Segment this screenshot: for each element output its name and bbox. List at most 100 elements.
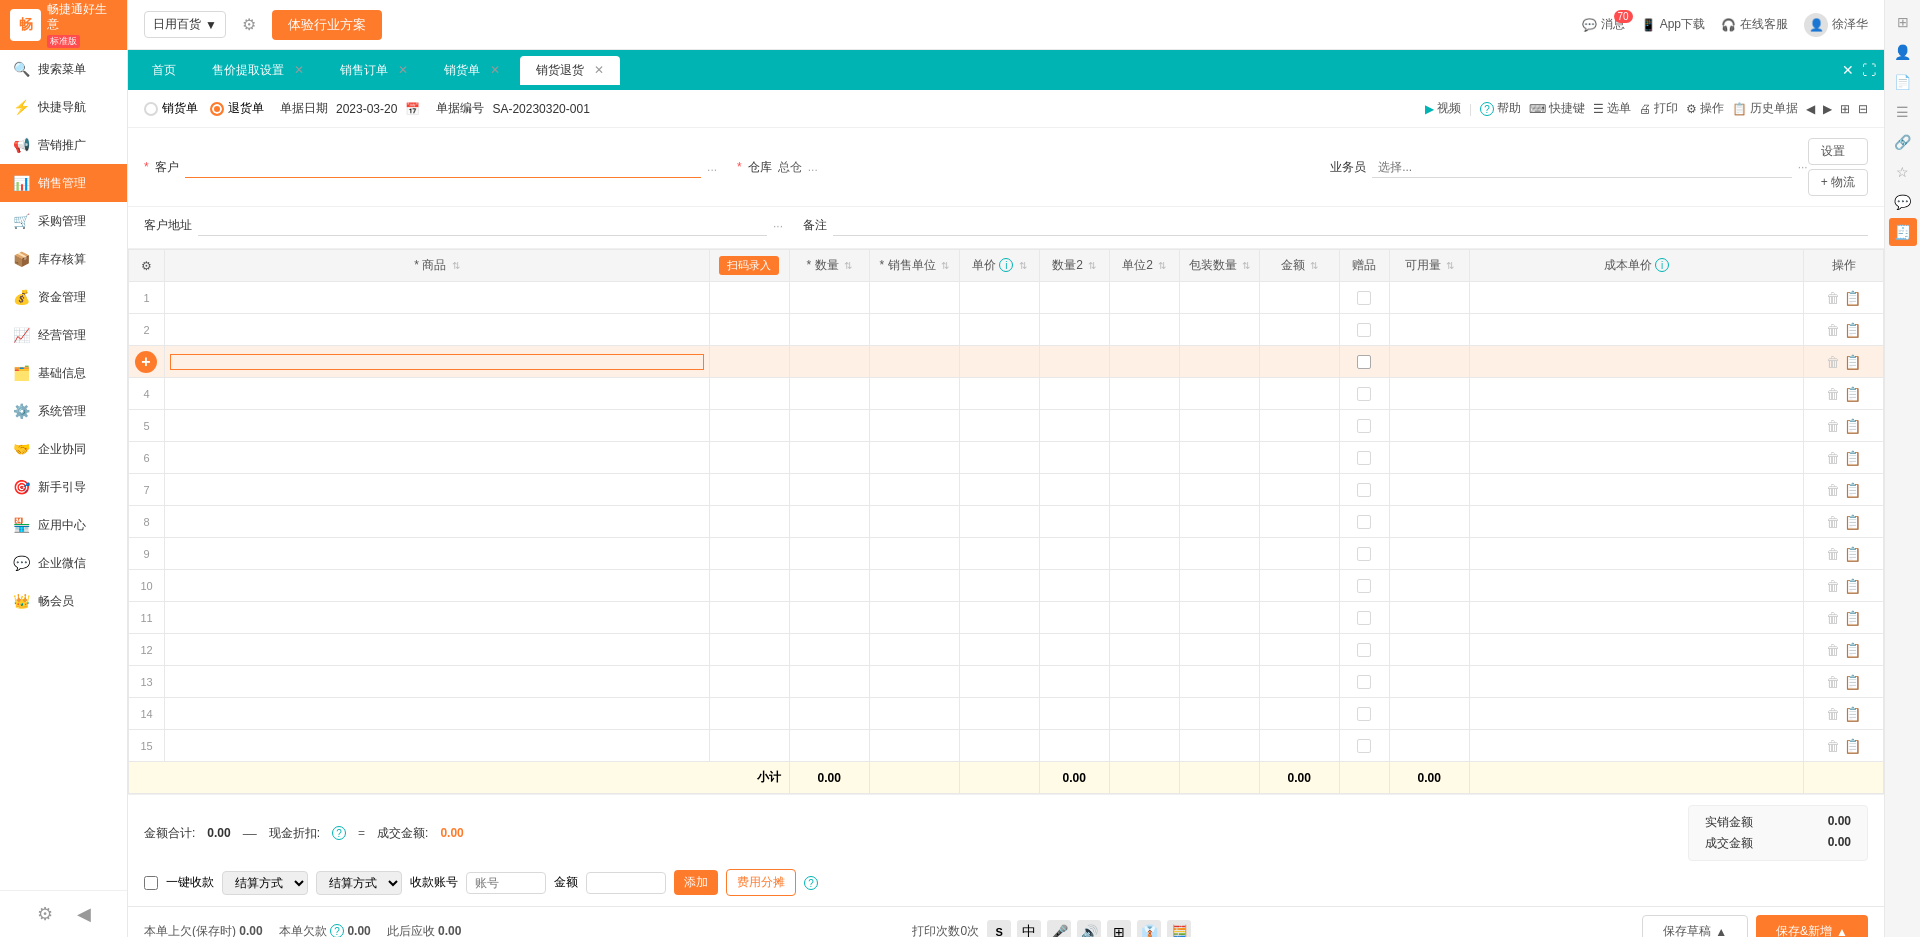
unit-cell[interactable] xyxy=(869,570,959,602)
delete-row-icon[interactable]: 🗑 xyxy=(1826,482,1840,498)
delete-row-icon[interactable]: 🗑 xyxy=(1826,578,1840,594)
unit-cell[interactable] xyxy=(869,634,959,666)
toolbar-icon-table[interactable]: ⊞ xyxy=(1107,920,1131,938)
copy-row-icon[interactable]: 📋 xyxy=(1844,674,1861,690)
unit-cell[interactable] xyxy=(869,474,959,506)
right-icon-list[interactable]: ☰ xyxy=(1889,98,1917,126)
qty-cell[interactable] xyxy=(789,634,869,666)
tab-sales-order[interactable]: 销售订单 ✕ xyxy=(324,56,424,85)
right-icon-chat[interactable]: 💬 xyxy=(1889,188,1917,216)
unit-cell[interactable] xyxy=(869,282,959,314)
right-icon-expand[interactable]: ⊞ xyxy=(1889,8,1917,36)
sidebar-item-basic[interactable]: 🗂️ 基础信息 xyxy=(0,354,127,392)
sidebar-item-operation[interactable]: 📈 经营管理 xyxy=(0,316,127,354)
qty-cell[interactable] xyxy=(789,602,869,634)
sidebar-item-purchase[interactable]: 🛒 采购管理 xyxy=(0,202,127,240)
radio-sales[interactable]: 销货单 xyxy=(144,100,198,117)
fee-help-icon[interactable]: ? xyxy=(804,876,818,890)
goods-cell[interactable] xyxy=(165,442,710,474)
qty-cell[interactable] xyxy=(789,698,869,730)
unit-price-info-icon[interactable]: i xyxy=(999,258,1013,272)
copy-row-icon[interactable]: 📋 xyxy=(1844,578,1861,594)
gift-checkbox[interactable] xyxy=(1357,739,1371,753)
action-history[interactable]: 📋 历史单据 xyxy=(1732,100,1798,117)
tab-close-sales-goods[interactable]: ✕ xyxy=(490,63,500,77)
sidebar-item-system[interactable]: ⚙️ 系统管理 xyxy=(0,392,127,430)
gift-checkbox[interactable] xyxy=(1357,387,1371,401)
sort-unit2-icon[interactable]: ⇅ xyxy=(1158,260,1166,271)
action-operate[interactable]: ⚙ 操作 xyxy=(1686,100,1724,117)
gift-checkbox[interactable] xyxy=(1357,675,1371,689)
toolbar-icon-s[interactable]: S xyxy=(987,920,1011,938)
gift-checkbox[interactable] xyxy=(1357,611,1371,625)
sort-goods-icon[interactable]: ⇅ xyxy=(452,260,460,271)
address-input[interactable] xyxy=(198,215,767,236)
copy-row-icon[interactable]: 📋 xyxy=(1844,354,1861,370)
remark-input[interactable] xyxy=(833,215,1868,236)
save-draft-button[interactable]: 保存草稿 ▲ xyxy=(1642,915,1748,937)
gift-cell[interactable] xyxy=(1339,666,1389,698)
goods-cell[interactable] xyxy=(165,634,710,666)
qty-cell[interactable] xyxy=(789,506,869,538)
action-prev[interactable]: ◀ xyxy=(1806,102,1815,116)
tab-home[interactable]: 首页 xyxy=(136,56,192,85)
radio-return[interactable]: 退货单 xyxy=(210,100,264,117)
toolbar-icon-calc[interactable]: 🧮 xyxy=(1167,920,1191,938)
toolbar-icon-zhong[interactable]: 中 xyxy=(1017,920,1041,938)
action-next[interactable]: ▶ xyxy=(1823,102,1832,116)
one-click-payment-checkbox[interactable] xyxy=(144,876,158,890)
qty-cell[interactable] xyxy=(789,282,869,314)
copy-row-icon[interactable]: 📋 xyxy=(1844,386,1861,402)
sidebar-item-search[interactable]: 🔍 搜索菜单 xyxy=(0,50,127,88)
right-icon-user[interactable]: 👤 xyxy=(1889,38,1917,66)
delete-row-icon[interactable]: 🗑 xyxy=(1826,674,1840,690)
delete-row-icon[interactable]: 🗑 xyxy=(1826,450,1840,466)
copy-row-icon[interactable]: 📋 xyxy=(1844,418,1861,434)
logistics-button[interactable]: + 物流 xyxy=(1808,169,1868,196)
cost-price-info-icon[interactable]: i xyxy=(1655,258,1669,272)
gift-checkbox[interactable] xyxy=(1357,547,1371,561)
goods-cell[interactable] xyxy=(165,506,710,538)
settings-button[interactable]: 设置 xyxy=(1808,138,1868,165)
gift-checkbox[interactable] xyxy=(1357,291,1371,305)
add-payment-button[interactable]: 添加 xyxy=(674,870,718,895)
delete-row-icon[interactable]: 🗑 xyxy=(1826,642,1840,658)
delete-row-icon[interactable]: 🗑 xyxy=(1826,738,1840,754)
gift-checkbox[interactable] xyxy=(1357,355,1371,369)
qty-cell[interactable] xyxy=(789,730,869,762)
goods-input[interactable] xyxy=(171,355,703,369)
gift-cell[interactable] xyxy=(1339,346,1389,378)
sort-unit-icon[interactable]: ⇅ xyxy=(941,260,949,271)
sidebar-item-newbie[interactable]: 🎯 新手引导 xyxy=(0,468,127,506)
sidebar-item-appstore[interactable]: 🏪 应用中心 xyxy=(0,506,127,544)
tab-price-setting[interactable]: 售价提取设置 ✕ xyxy=(196,56,320,85)
warehouse-select-icon[interactable]: ... xyxy=(808,160,818,174)
address-select-icon[interactable]: ··· xyxy=(773,219,783,233)
action-grid-view[interactable]: ⊞ xyxy=(1840,102,1850,116)
goods-cell[interactable] xyxy=(165,730,710,762)
unit-cell[interactable] xyxy=(869,314,959,346)
right-icon-link[interactable]: 🔗 xyxy=(1889,128,1917,156)
qty-cell[interactable] xyxy=(789,474,869,506)
gift-cell[interactable] xyxy=(1339,474,1389,506)
tab-sales-return[interactable]: 销货退货 ✕ xyxy=(520,56,620,85)
copy-row-icon[interactable]: 📋 xyxy=(1844,482,1861,498)
qty-cell[interactable] xyxy=(789,346,869,378)
gift-checkbox[interactable] xyxy=(1357,707,1371,721)
fee-split-button[interactable]: 费用分摊 xyxy=(726,869,796,896)
gift-checkbox[interactable] xyxy=(1357,579,1371,593)
gift-cell[interactable] xyxy=(1339,378,1389,410)
delete-row-icon[interactable]: 🗑 xyxy=(1826,514,1840,530)
qty-cell[interactable] xyxy=(789,570,869,602)
goods-cell[interactable] xyxy=(165,698,710,730)
app-download-button[interactable]: 📱 App下载 xyxy=(1641,16,1705,33)
unit-cell[interactable] xyxy=(869,602,959,634)
gift-cell[interactable] xyxy=(1339,538,1389,570)
table-gear-icon[interactable]: ⚙ xyxy=(141,259,152,273)
copy-row-icon[interactable]: 📋 xyxy=(1844,546,1861,562)
gift-checkbox[interactable] xyxy=(1357,483,1371,497)
gift-cell[interactable] xyxy=(1339,506,1389,538)
scan-button[interactable]: 扫码录入 xyxy=(719,256,779,275)
copy-row-icon[interactable]: 📋 xyxy=(1844,738,1861,754)
gift-checkbox[interactable] xyxy=(1357,323,1371,337)
